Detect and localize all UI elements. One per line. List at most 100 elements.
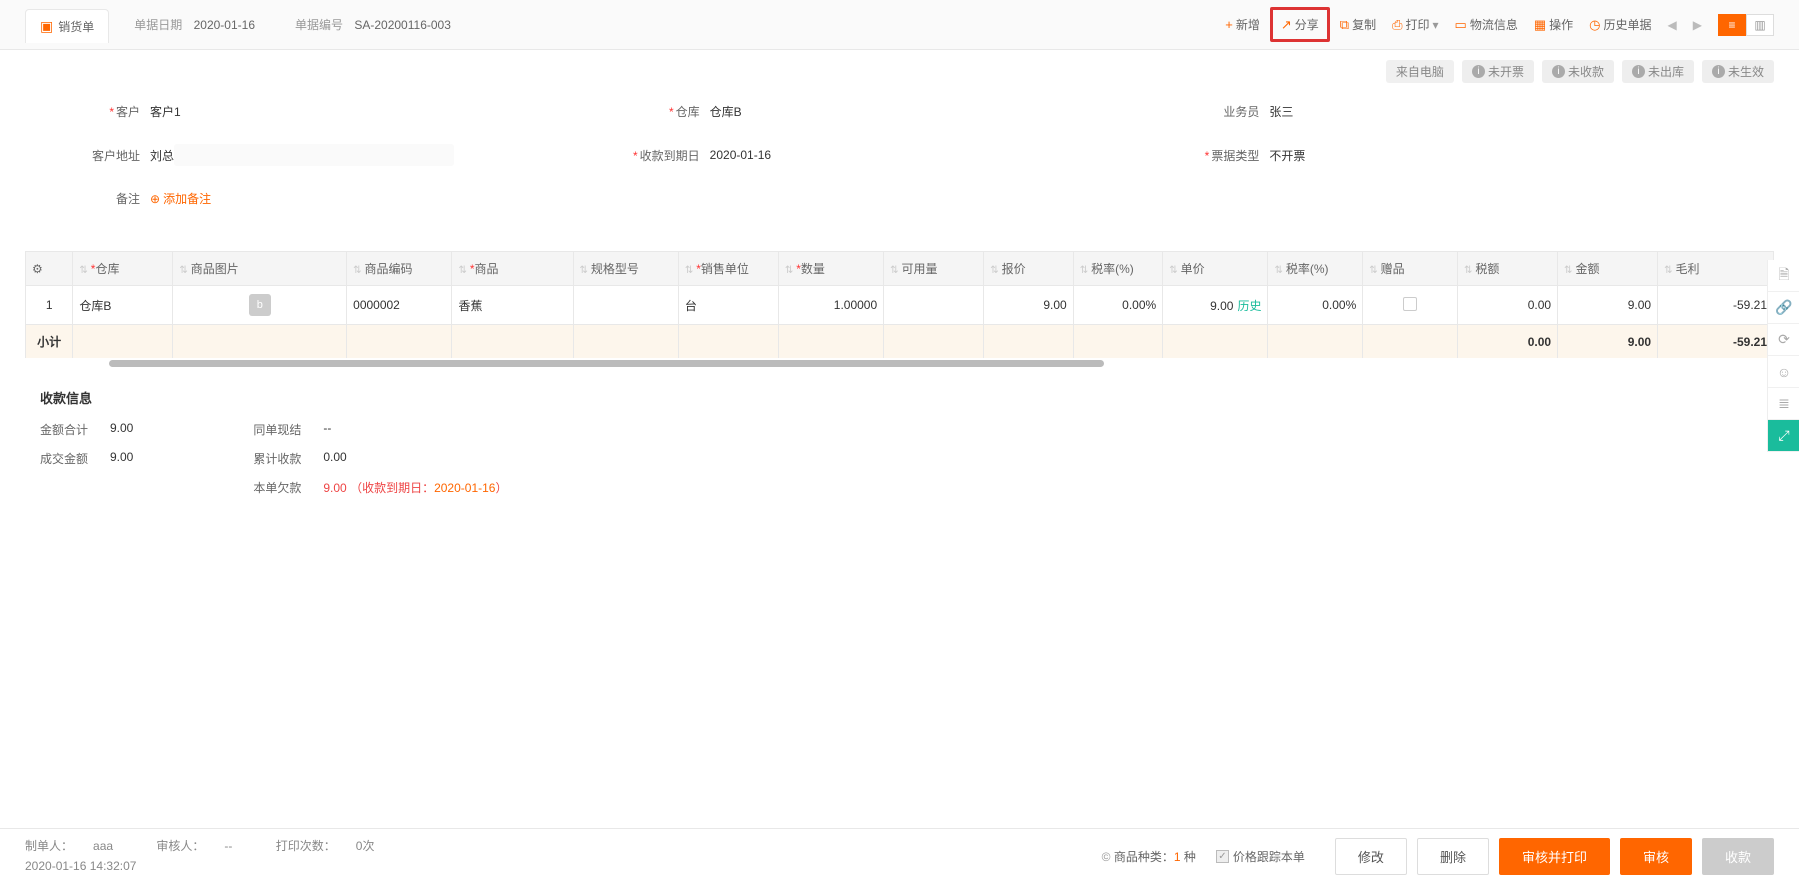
invoicetype-value[interactable]: 不开票 <box>1269 147 1305 164</box>
side-user-icon[interactable]: ☺ <box>1768 356 1799 388</box>
col-price[interactable]: ⇅单价 <box>1163 252 1268 286</box>
address-value[interactable]: 刘总 <box>150 147 174 164</box>
info-icon: i <box>1632 65 1645 78</box>
col-available[interactable]: ⇅可用量 <box>884 252 984 286</box>
cell-spec[interactable] <box>573 286 678 325</box>
cell-quote[interactable]: 9.00 <box>984 286 1074 325</box>
side-attach-icon[interactable]: 🔗 <box>1768 292 1799 324</box>
cell-taxrate[interactable]: 0.00% <box>1073 286 1163 325</box>
share-button[interactable]: ↗分享 <box>1270 7 1330 42</box>
add-remark-link[interactable]: ⊕添加备注 <box>150 190 211 207</box>
reviewer-value: -- <box>224 839 232 853</box>
customer-value[interactable]: 客户1 <box>150 103 181 120</box>
field-address: 客户地址 刘总 <box>60 144 620 166</box>
receipt-button: 收款 <box>1702 838 1774 875</box>
cell-price[interactable]: 9.00历史 <box>1163 286 1268 325</box>
cell-qty[interactable]: 1.00000 <box>778 286 883 325</box>
payment-section: 收款信息 金额合计9.00 成交金额9.00 同单现结-- 累计收款0.00 本… <box>0 368 1799 516</box>
document-tab[interactable]: ▣ 销货单 <box>25 9 109 43</box>
operate-button[interactable]: ▦操作 <box>1528 12 1579 37</box>
owed-value: 9.00 （收款到期日：2020-01-16） <box>323 479 507 496</box>
grid-icon: ▦ <box>1534 17 1546 33</box>
subtotal-amount: 9.00 <box>1558 325 1658 359</box>
col-taxrate[interactable]: ⇅税率(%) <box>1073 252 1163 286</box>
delete-button[interactable]: 删除 <box>1417 838 1489 875</box>
cumulative-value: 0.00 <box>323 450 346 467</box>
deal-amount: 9.00 <box>110 450 133 467</box>
col-amount[interactable]: ⇅金额 <box>1558 252 1658 286</box>
col-tax[interactable]: ⇅税率(%) <box>1268 252 1363 286</box>
side-list-icon[interactable]: ≣ <box>1768 388 1799 420</box>
subtotal-profit: -59.21 <box>1658 325 1774 359</box>
side-note-icon[interactable]: 🗎 <box>1768 260 1799 292</box>
review-print-button[interactable]: 审核并打印 <box>1499 838 1610 875</box>
cell-available[interactable] <box>884 286 984 325</box>
row-index: 1 <box>26 286 73 325</box>
history-button[interactable]: ◷历史单据 <box>1583 12 1657 37</box>
cell-product[interactable]: 香蕉 <box>452 286 573 325</box>
field-invoicetype: *票据类型 不开票 <box>1179 144 1739 166</box>
horizontal-scrollbar[interactable] <box>25 358 1774 368</box>
history-icon: ◷ <box>1589 17 1600 33</box>
salesman-value[interactable]: 张三 <box>1269 103 1293 120</box>
timestamp: 2020-01-16 14:32:07 <box>25 857 414 876</box>
table-row[interactable]: 1 仓库B b 0000002 香蕉 台 1.00000 9.00 0.00% … <box>26 286 1774 325</box>
col-warehouse[interactable]: ⇅*仓库 <box>73 252 173 286</box>
cell-unit[interactable]: 台 <box>678 286 778 325</box>
col-profit[interactable]: ⇅毛利 <box>1658 252 1774 286</box>
col-code[interactable]: ⇅商品编码 <box>347 252 452 286</box>
copy-button[interactable]: ⧉复制 <box>1334 12 1382 37</box>
duedate-value[interactable]: 2020-01-16 <box>710 148 771 162</box>
side-refresh-icon[interactable]: ⟳ <box>1768 324 1799 356</box>
gift-checkbox[interactable] <box>1403 297 1417 311</box>
view-list-button[interactable]: ≡ <box>1718 14 1746 36</box>
col-spec[interactable]: ⇅规格型号 <box>573 252 678 286</box>
col-image[interactable]: ⇅商品图片 <box>173 252 347 286</box>
address-extra[interactable] <box>174 144 454 166</box>
col-unit[interactable]: ⇅*销售单位 <box>678 252 778 286</box>
scrollbar-thumb[interactable] <box>109 360 1104 367</box>
side-expand-icon[interactable]: ⤢ <box>1768 420 1799 452</box>
share-icon: ↗ <box>1281 17 1292 33</box>
col-taxamt[interactable]: ⇅税额 <box>1458 252 1558 286</box>
sales-order-icon: ▣ <box>40 18 53 35</box>
cell-image[interactable]: b <box>173 286 347 325</box>
new-button[interactable]: +新增 <box>1219 12 1266 37</box>
print-button[interactable]: ⎙打印▾ <box>1386 12 1444 37</box>
cell-amount[interactable]: 9.00 <box>1558 286 1658 325</box>
cell-profit[interactable]: -59.21 <box>1658 286 1774 325</box>
cell-tax[interactable]: 0.00% <box>1268 286 1363 325</box>
price-follow-checkbox[interactable]: ✓ 价格跟踪本单 <box>1216 848 1305 865</box>
subtotal-row: 小计 0.00 9.00 -59.21 <box>26 325 1774 359</box>
cell-code[interactable]: 0000002 <box>347 286 452 325</box>
modify-button[interactable]: 修改 <box>1335 838 1407 875</box>
status-outstock[interactable]: i未出库 <box>1622 60 1694 83</box>
next-arrow[interactable]: ▶ <box>1687 18 1708 32</box>
prev-arrow[interactable]: ◀ <box>1662 18 1683 32</box>
cell-warehouse[interactable]: 仓库B <box>73 286 173 325</box>
col-qty[interactable]: ⇅*数量 <box>778 252 883 286</box>
status-effect[interactable]: i未生效 <box>1702 60 1774 83</box>
subtotal-taxamt: 0.00 <box>1458 325 1558 359</box>
view-toggle: ≡ ▥ <box>1718 14 1774 36</box>
date-value: 2020-01-16 <box>194 18 255 32</box>
status-invoice[interactable]: i未开票 <box>1462 60 1534 83</box>
tab-title-text: 销货单 <box>58 18 94 35</box>
info-icon: i <box>1472 65 1485 78</box>
cell-gift[interactable] <box>1363 286 1458 325</box>
warehouse-value[interactable]: 仓库B <box>710 103 742 120</box>
form-area: *客户 客户1 *仓库 仓库B 业务员 张三 客户地址 刘总 *收款到期日 20… <box>0 93 1799 251</box>
col-gift[interactable]: ⇅赠品 <box>1363 252 1458 286</box>
price-history-link[interactable]: 历史 <box>1237 299 1261 313</box>
cell-taxamt[interactable]: 0.00 <box>1458 286 1558 325</box>
view-card-button[interactable]: ▥ <box>1746 14 1774 36</box>
logistics-button[interactable]: ▭物流信息 <box>1449 12 1524 37</box>
col-quote[interactable]: ⇅报价 <box>984 252 1074 286</box>
gear-header[interactable]: ⚙ <box>26 252 73 286</box>
product-kinds: © 商品种类：1 种 <box>1102 848 1196 865</box>
review-button[interactable]: 审核 <box>1620 838 1692 875</box>
audit-info: 制单人：aaa 审核人：-- 打印次数：0次 2020-01-16 14:32:… <box>25 837 414 875</box>
gear-icon: ⚙ <box>32 262 43 276</box>
status-receipt[interactable]: i未收款 <box>1542 60 1614 83</box>
col-product[interactable]: ⇅*商品 <box>452 252 573 286</box>
